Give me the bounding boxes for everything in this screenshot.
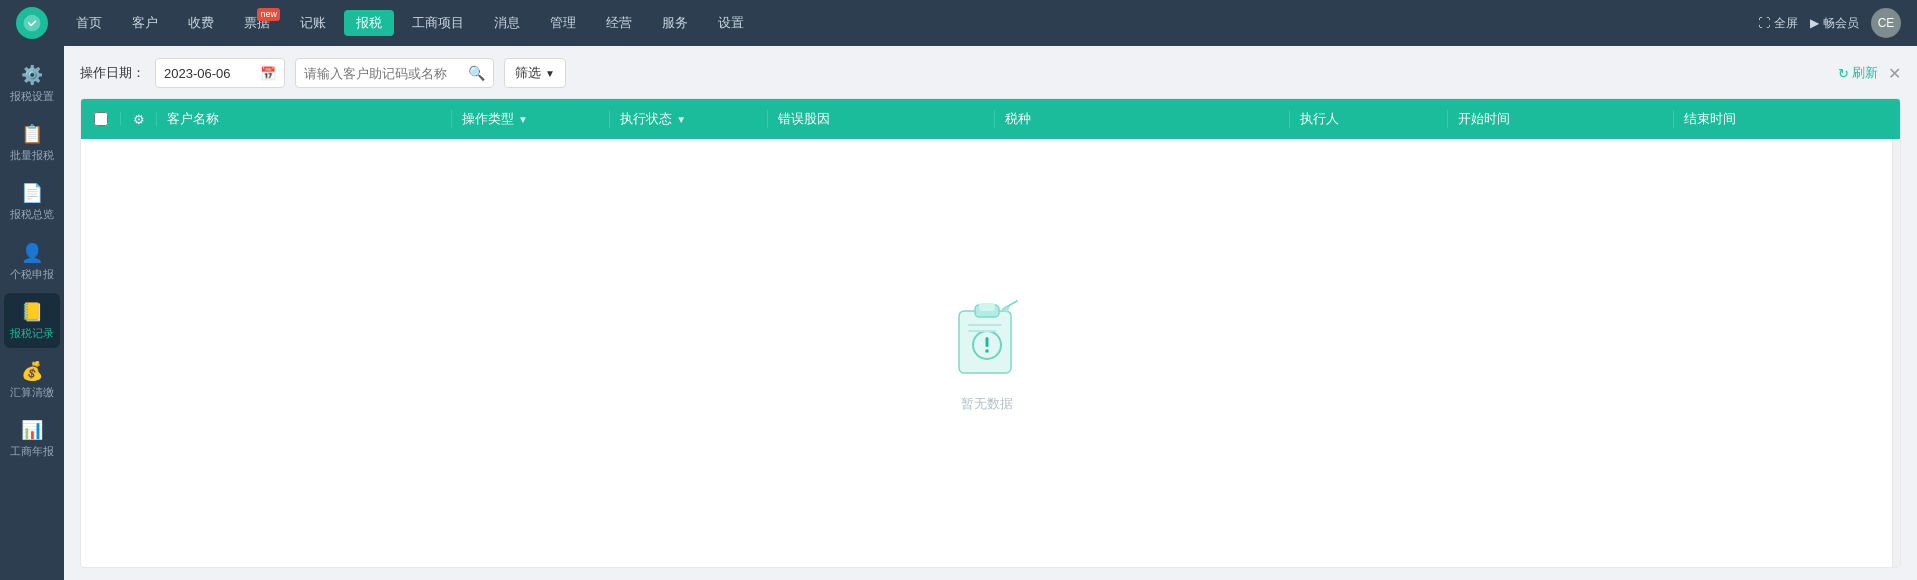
nav-settings[interactable]: 设置 xyxy=(706,10,756,36)
empty-illustration xyxy=(947,293,1027,383)
fullscreen-button[interactable]: ⛶ 全屏 xyxy=(1758,15,1798,32)
nav-tax[interactable]: 报税 xyxy=(344,10,394,36)
tax-settings-icon: ⚙️ xyxy=(21,64,43,86)
nav-manage[interactable]: 管理 xyxy=(538,10,588,36)
annual-report-icon: 📊 xyxy=(21,419,43,441)
empty-state: 暂无数据 xyxy=(81,139,1892,567)
nav-home[interactable]: 首页 xyxy=(64,10,114,36)
nav-client[interactable]: 客户 xyxy=(120,10,170,36)
top-nav: 首页 客户 收费 票据 new 记账 报税 工商项目 消息 管理 经营 服务 设… xyxy=(0,0,1917,46)
th-checkbox[interactable] xyxy=(81,112,121,126)
search-input[interactable] xyxy=(304,66,464,81)
nav-message[interactable]: 消息 xyxy=(482,10,532,36)
close-button[interactable]: ✕ xyxy=(1888,64,1901,83)
sidebar-item-batch-tax[interactable]: 📋 批量报税 xyxy=(4,115,60,170)
sidebar-item-personal-tax[interactable]: 👤 个税申报 xyxy=(4,234,60,289)
main-layout: ⚙️ 报税设置 📋 批量报税 📄 报税总览 👤 个税申报 📒 报税记录 💰 汇算… xyxy=(0,46,1917,580)
svg-rect-0 xyxy=(959,311,1011,373)
date-label: 操作日期： xyxy=(80,64,145,82)
tax-summary-icon: 📄 xyxy=(21,182,43,204)
sidebar-item-settlement[interactable]: 💰 汇算清缴 xyxy=(4,352,60,407)
th-executor: 执行人 xyxy=(1290,110,1448,128)
svg-line-8 xyxy=(1003,301,1017,309)
nav-business[interactable]: 工商项目 xyxy=(400,10,476,36)
th-error: 错误股因 xyxy=(768,110,995,128)
member-button[interactable]: ▶ 畅会员 xyxy=(1810,15,1859,32)
sidebar-item-annual-report[interactable]: 📊 工商年报 xyxy=(4,411,60,466)
avatar[interactable]: CE xyxy=(1871,8,1901,38)
settings-icon: ⚙ xyxy=(133,112,145,127)
filter-button[interactable]: 筛选 ▼ xyxy=(504,58,566,88)
member-icon: ▶ xyxy=(1810,16,1819,30)
sort-icon-op-type: ▼ xyxy=(518,114,528,125)
new-badge: new xyxy=(257,8,280,21)
th-exec-status[interactable]: 执行状态 ▼ xyxy=(610,110,768,128)
th-client: 客户名称 xyxy=(157,110,452,128)
settlement-icon: 💰 xyxy=(21,360,43,382)
th-settings[interactable]: ⚙ xyxy=(121,112,157,127)
svg-point-5 xyxy=(985,349,989,353)
toolbar-right: ↻ 刷新 ✕ xyxy=(1838,64,1901,83)
scroll-track[interactable] xyxy=(1892,139,1900,567)
svg-rect-2 xyxy=(979,303,995,311)
svg-rect-4 xyxy=(985,337,988,347)
personal-tax-icon: 👤 xyxy=(21,242,43,264)
th-start-time: 开始时间 xyxy=(1448,110,1675,128)
chevron-down-icon: ▼ xyxy=(545,68,555,79)
empty-text: 暂无数据 xyxy=(961,395,1013,413)
batch-tax-icon: 📋 xyxy=(21,123,43,145)
search-icon[interactable]: 🔍 xyxy=(468,65,485,81)
nav-service[interactable]: 服务 xyxy=(650,10,700,36)
nav-operation[interactable]: 经营 xyxy=(594,10,644,36)
table-container: ⚙ 客户名称 操作类型 ▼ 执行状态 ▼ 错误股因 税种 xyxy=(80,98,1901,568)
table-body: 暂无数据 xyxy=(81,139,1900,567)
refresh-button[interactable]: ↻ 刷新 xyxy=(1838,64,1878,82)
date-input[interactable]: 📅 xyxy=(155,58,285,88)
th-end-time: 结束时间 xyxy=(1674,110,1900,128)
search-box: 🔍 xyxy=(295,58,494,88)
nav-invoice[interactable]: 票据 new xyxy=(232,10,282,36)
tax-records-icon: 📒 xyxy=(21,301,43,323)
sidebar-item-tax-settings[interactable]: ⚙️ 报税设置 xyxy=(4,56,60,111)
sidebar: ⚙️ 报税设置 📋 批量报税 📄 报税总览 👤 个税申报 📒 报税记录 💰 汇算… xyxy=(0,46,64,580)
sidebar-item-tax-records[interactable]: 📒 报税记录 xyxy=(4,293,60,348)
toolbar: 操作日期： 📅 🔍 筛选 ▼ ↻ 刷新 ✕ xyxy=(80,58,1901,88)
fullscreen-icon: ⛶ xyxy=(1758,16,1770,30)
nav-fee[interactable]: 收费 xyxy=(176,10,226,36)
table-header: ⚙ 客户名称 操作类型 ▼ 执行状态 ▼ 错误股因 税种 xyxy=(81,99,1900,139)
th-tax-type: 税种 xyxy=(995,110,1290,128)
refresh-icon: ↻ xyxy=(1838,66,1849,81)
top-nav-right: ⛶ 全屏 ▶ 畅会员 CE xyxy=(1758,8,1901,38)
date-field[interactable] xyxy=(164,66,254,81)
sidebar-item-tax-summary[interactable]: 📄 报税总览 xyxy=(4,174,60,229)
app-logo[interactable] xyxy=(16,7,48,39)
sort-icon-exec-status: ▼ xyxy=(676,114,686,125)
nav-bookkeeping[interactable]: 记账 xyxy=(288,10,338,36)
content-area: 操作日期： 📅 🔍 筛选 ▼ ↻ 刷新 ✕ xyxy=(64,46,1917,580)
select-all-checkbox[interactable] xyxy=(94,112,108,126)
calendar-icon: 📅 xyxy=(260,66,276,81)
th-op-type[interactable]: 操作类型 ▼ xyxy=(452,110,610,128)
